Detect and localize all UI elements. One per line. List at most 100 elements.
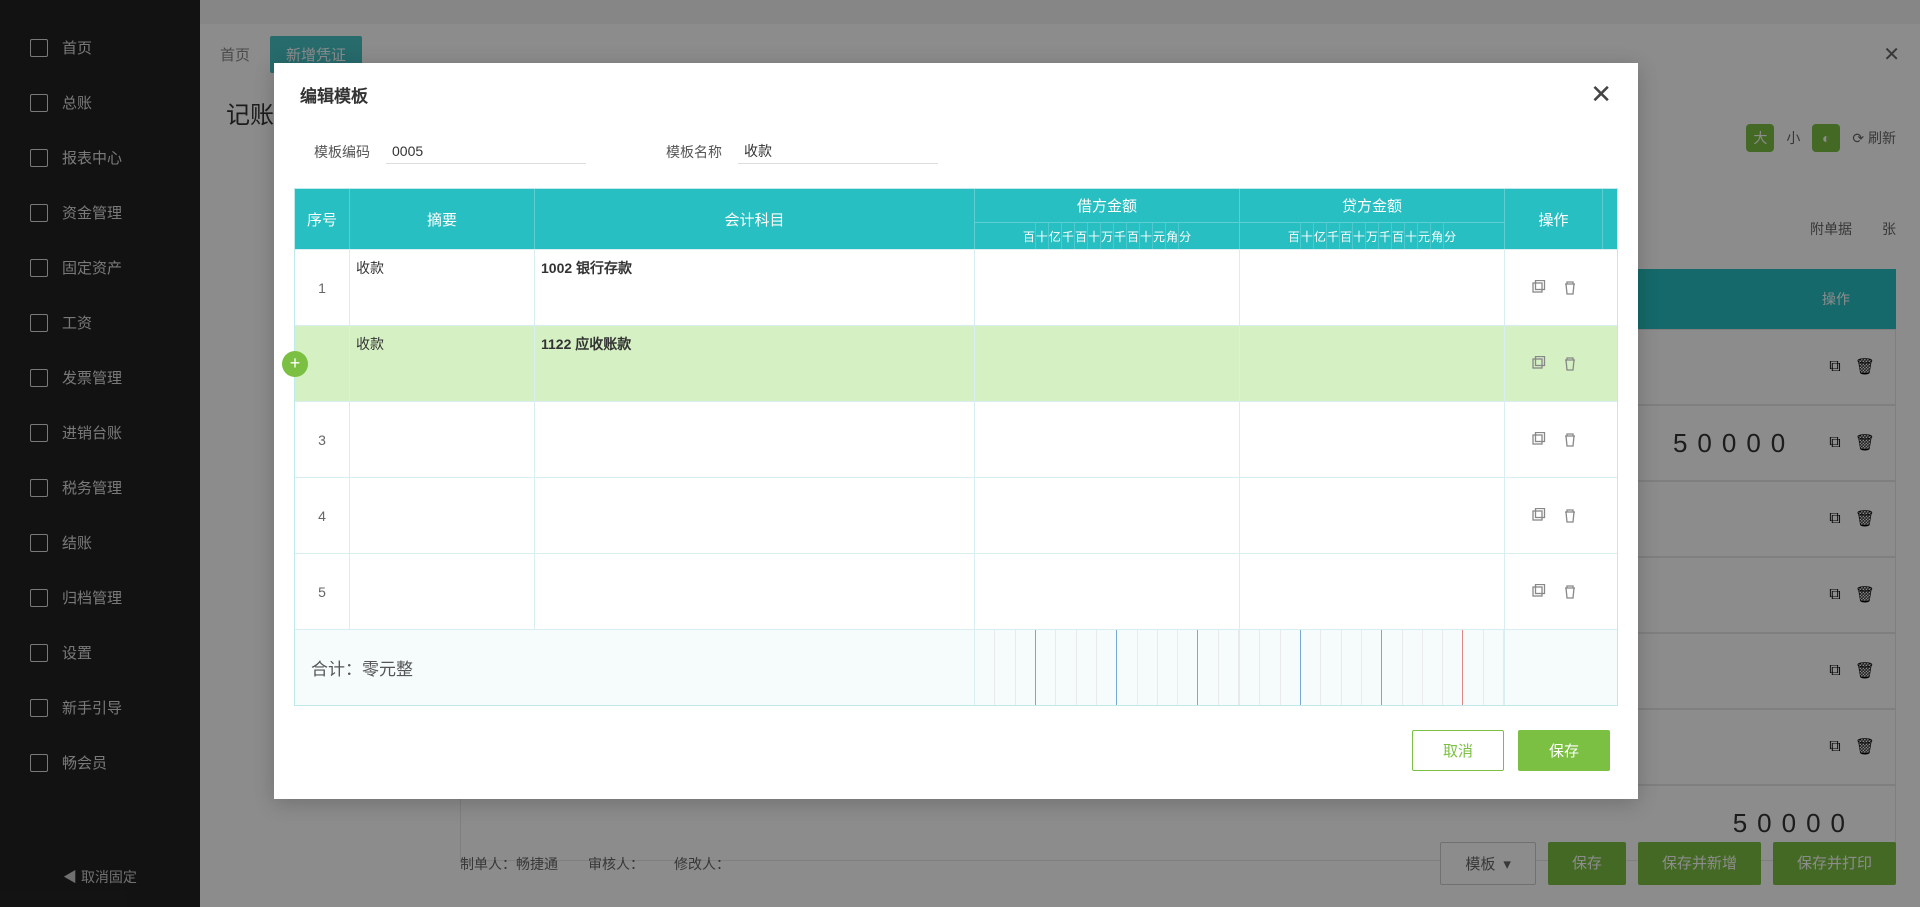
amount-cell[interactable] [1382,630,1402,705]
row-credit [1240,554,1505,629]
copy-icon[interactable] [1530,280,1546,296]
row-debit [975,478,1240,553]
unit-十: 十 [1088,223,1101,249]
row-debit [975,554,1240,629]
copy-icon[interactable] [1530,584,1546,600]
amount-cell[interactable] [1342,630,1362,705]
template-name-field: 模板名称 [666,139,938,164]
modal-header: 编辑模板 ✕ [274,63,1638,121]
amount-cell[interactable] [1219,630,1239,705]
row-summary[interactable]: 收款 [350,326,535,401]
table-header: 序号 摘要 会计科目 借方金额 百十亿千百十万千百十元角分 贷方金额 百十亿千百… [295,189,1617,249]
table-row: 4 [295,477,1617,553]
amount-cell[interactable] [1260,630,1280,705]
row-subject[interactable] [535,554,975,629]
amount-cell[interactable] [1198,630,1218,705]
copy-icon[interactable] [1530,356,1546,372]
credit-units: 百十亿千百十万千百十元角分 [1288,223,1456,249]
row-subject[interactable] [535,402,975,477]
modal-footer: 取消 保存 [274,706,1638,799]
cancel-button[interactable]: 取消 [1412,730,1504,771]
header-subject: 会计科目 [535,189,975,249]
code-label: 模板编码 [314,142,370,162]
amount-cell[interactable] [995,630,1015,705]
amount-cell[interactable] [1117,630,1137,705]
unit-百: 百 [1340,223,1353,249]
row-credit [1240,402,1505,477]
unit-元: 元 [1153,223,1166,249]
delete-icon[interactable] [1562,508,1578,524]
unit-角: 角 [1166,223,1179,249]
amount-cell[interactable] [1403,630,1423,705]
unit-千: 千 [1114,223,1127,249]
delete-icon[interactable] [1562,356,1578,372]
amount-cell[interactable] [1097,630,1117,705]
header-index: 序号 [295,189,350,249]
total-credit [1240,630,1505,705]
unit-十: 十 [1036,223,1049,249]
save-button[interactable]: 保存 [1518,730,1610,771]
name-label: 模板名称 [666,142,722,162]
add-row-button[interactable]: + [282,351,308,377]
template-table: 序号 摘要 会计科目 借方金额 百十亿千百十万千百十元角分 贷方金额 百十亿千百… [294,188,1618,706]
amount-cell[interactable] [1362,630,1382,705]
modal-close-button[interactable]: ✕ [1590,81,1612,107]
row-subject[interactable]: 1002 银行存款 [535,250,975,325]
total-debit [975,630,1240,705]
unit-百: 百 [1127,223,1140,249]
row-credit [1240,250,1505,325]
table-row: 5 [295,553,1617,629]
amount-cell[interactable] [1016,630,1036,705]
total-label: 合计：零元整 [295,630,975,705]
row-summary[interactable] [350,554,535,629]
row-credit [1240,478,1505,553]
unit-亿: 亿 [1314,223,1327,249]
delete-icon[interactable] [1562,280,1578,296]
header-credit: 贷方金额 百十亿千百十万千百十元角分 [1240,189,1505,249]
amount-cell[interactable] [1321,630,1341,705]
row-subject[interactable] [535,478,975,553]
delete-icon[interactable] [1562,584,1578,600]
row-op [1505,554,1603,629]
template-name-input[interactable] [738,139,938,164]
amount-cell[interactable] [1158,630,1178,705]
amount-cell[interactable] [1443,630,1463,705]
table-row: 1 收款 1002 银行存款 [295,249,1617,325]
header-op: 操作 [1505,189,1603,249]
modal-title: 编辑模板 [300,82,368,107]
table-row: 3 [295,401,1617,477]
unit-百: 百 [1023,223,1036,249]
amount-cell[interactable] [1463,630,1483,705]
unit-百: 百 [1075,223,1088,249]
amount-cell[interactable] [1138,630,1158,705]
amount-cell[interactable] [975,630,995,705]
row-summary[interactable] [350,478,535,553]
copy-icon[interactable] [1530,508,1546,524]
row-summary[interactable] [350,402,535,477]
copy-icon[interactable] [1530,432,1546,448]
unit-千: 千 [1062,223,1075,249]
template-code-input[interactable] [386,139,586,164]
header-summary: 摘要 [350,189,535,249]
row-subject[interactable]: 1122 应收账款 [535,326,975,401]
amount-cell[interactable] [1178,630,1198,705]
unit-十: 十 [1405,223,1418,249]
edit-template-modal: 编辑模板 ✕ 模板编码 模板名称 序号 摘要 会计科目 借方金额 百十亿千百十万… [274,63,1638,799]
row-op [1505,402,1603,477]
amount-cell[interactable] [1240,630,1260,705]
unit-亿: 亿 [1049,223,1062,249]
delete-icon[interactable] [1562,432,1578,448]
amount-cell[interactable] [1423,630,1443,705]
amount-cell[interactable] [1056,630,1076,705]
amount-cell[interactable] [1281,630,1301,705]
unit-角: 角 [1431,223,1444,249]
amount-cell[interactable] [1036,630,1056,705]
amount-cell[interactable] [1077,630,1097,705]
amount-cell[interactable] [1301,630,1321,705]
row-op [1505,326,1603,401]
amount-cell[interactable] [1484,630,1504,705]
unit-元: 元 [1418,223,1431,249]
unit-百: 百 [1392,223,1405,249]
row-summary[interactable]: 收款 [350,250,535,325]
unit-千: 千 [1327,223,1340,249]
